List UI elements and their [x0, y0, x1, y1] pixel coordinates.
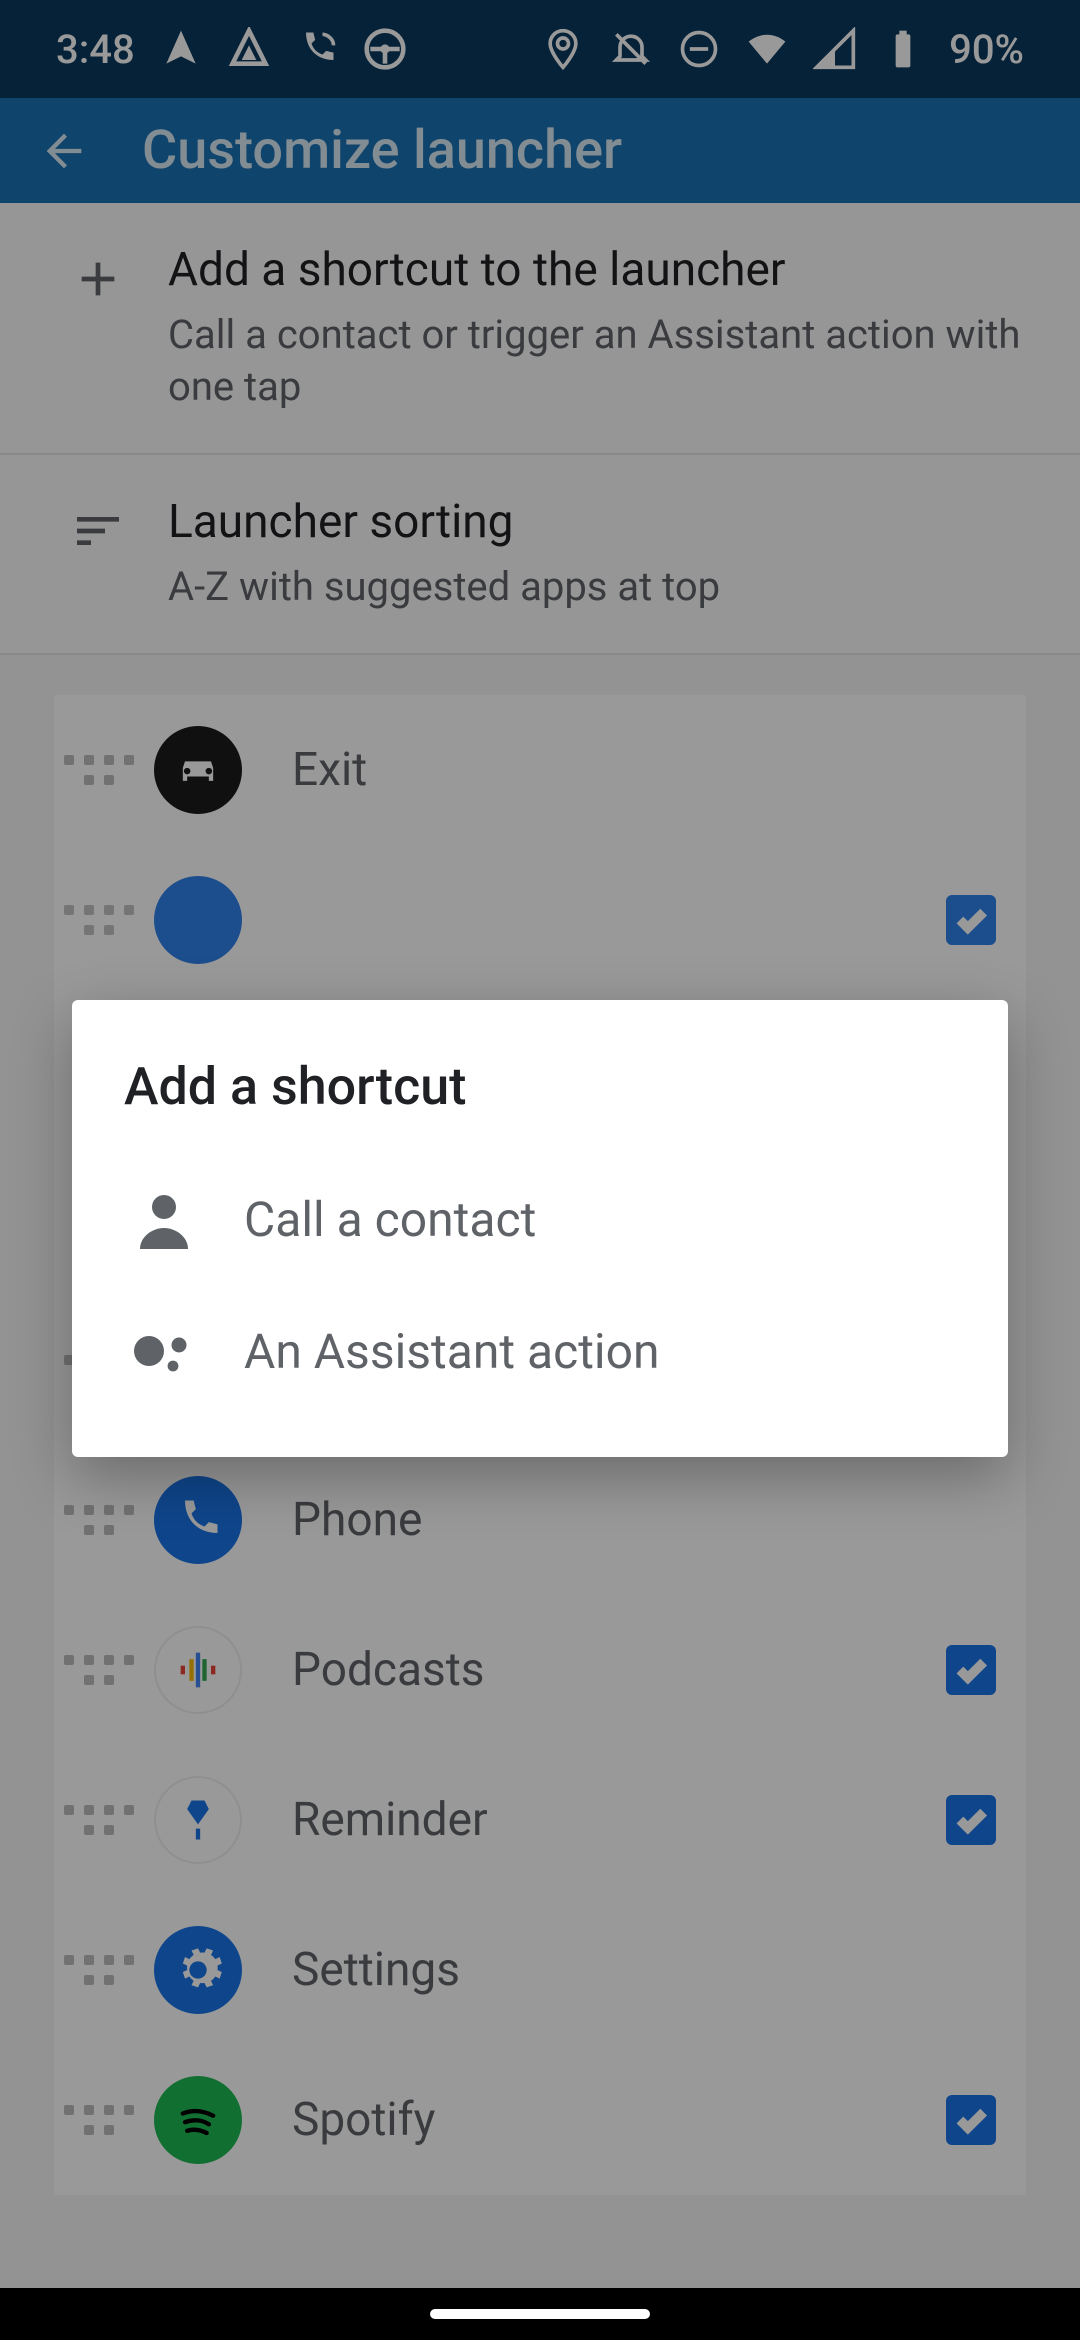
person-icon: [124, 1183, 244, 1255]
gesture-pill[interactable]: [430, 2309, 650, 2319]
option-label: An Assistant action: [244, 1323, 659, 1380]
option-assistant-action[interactable]: An Assistant action: [72, 1285, 1008, 1417]
navigation-bar: [0, 2288, 1080, 2340]
assistant-icon: [124, 1315, 244, 1387]
add-shortcut-dialog: Add a shortcut Call a contact An Assista…: [72, 1000, 1008, 1457]
option-label: Call a contact: [244, 1191, 536, 1248]
dialog-title: Add a shortcut: [72, 1056, 1008, 1153]
option-call-contact[interactable]: Call a contact: [72, 1153, 1008, 1285]
